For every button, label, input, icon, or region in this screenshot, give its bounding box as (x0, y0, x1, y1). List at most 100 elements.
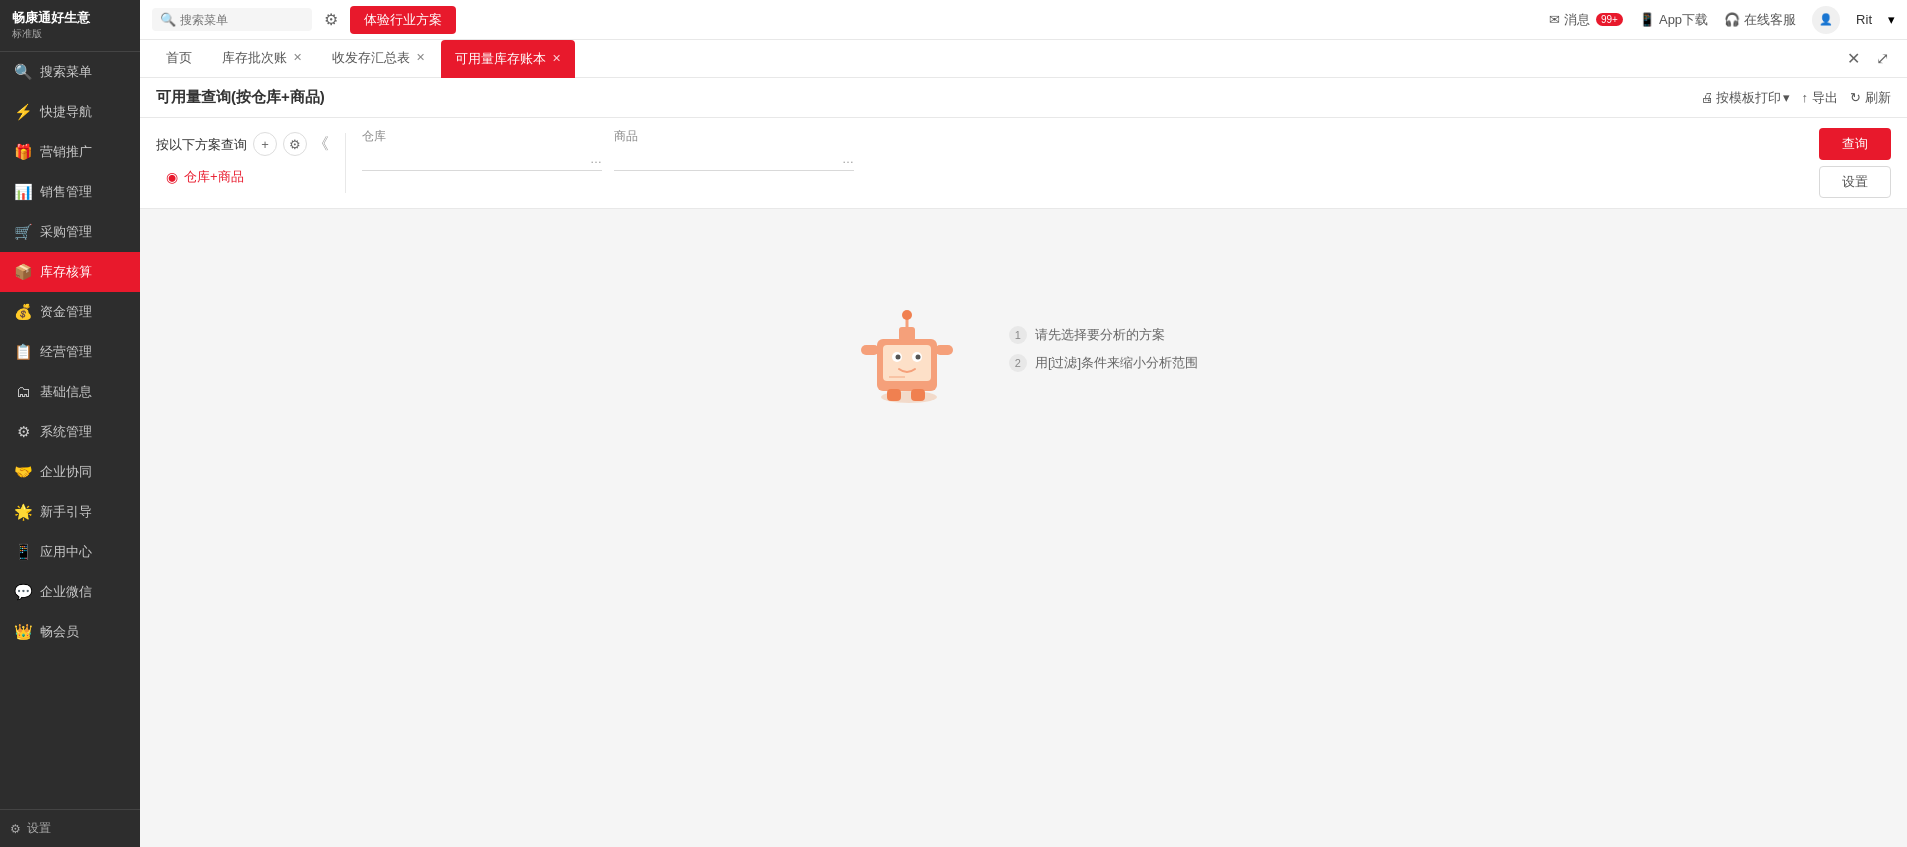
empty-text: 1 请先选择要分析的方案 2 用[过滤]条件来缩小分析范围 (1009, 326, 1198, 372)
sidebar-item-sales[interactable]: 📊 销售管理 (0, 172, 140, 212)
sidebar-item-label-quick-nav: 快捷导航 (40, 103, 92, 121)
tab-home[interactable]: 首页 (152, 40, 206, 78)
wechat-icon: 💬 (14, 583, 32, 601)
membership-icon: 👑 (14, 623, 32, 641)
sidebar-item-quick-nav[interactable]: ⚡ 快捷导航 (0, 92, 140, 132)
tab-close-batch-account[interactable]: ✕ (293, 51, 302, 64)
app-name: 畅康通好生意 (12, 10, 128, 27)
sidebar-item-label-inventory: 库存核算 (40, 263, 92, 281)
svg-rect-10 (861, 345, 879, 355)
sidebar-item-label-operations: 经营管理 (40, 343, 92, 361)
svg-rect-2 (883, 345, 931, 381)
filter-schemes: 按以下方案查询 + ⚙ 《 ◉ 仓库+商品 (156, 128, 329, 190)
scheme-item-warehouse-goods[interactable]: ◉ 仓库+商品 (156, 164, 329, 190)
operations-icon: 📋 (14, 343, 32, 361)
tab-close-receipt-summary[interactable]: ✕ (416, 51, 425, 64)
sidebar-item-label-membership: 畅会员 (40, 623, 79, 641)
filter-field-warehouse: 仓库 … (362, 128, 602, 171)
sidebar-item-basic-info[interactable]: 🗂 基础信息 (0, 372, 140, 412)
step-1-text: 请先选择要分析的方案 (1035, 326, 1165, 344)
sidebar-item-search[interactable]: 🔍 搜索菜单 (0, 52, 140, 92)
sidebar-item-label-search: 搜索菜单 (40, 63, 92, 81)
tab-label-home: 首页 (166, 49, 192, 67)
svg-rect-12 (887, 389, 901, 401)
messages-btn[interactable]: ✉ 消息 99+ (1549, 11, 1623, 29)
print-dropdown-icon: ▾ (1783, 90, 1790, 105)
purchase-icon: 🛒 (14, 223, 32, 241)
warehouse-input[interactable] (362, 151, 584, 166)
sidebar-item-app-center[interactable]: 📱 应用中心 (0, 532, 140, 572)
tab-close-icon[interactable]: ✕ (1841, 45, 1866, 72)
online-service-label: 在线客服 (1744, 11, 1796, 29)
goods-dots-btn[interactable]: … (842, 152, 854, 166)
print-btn[interactable]: 🖨 按模板打印 ▾ (1701, 89, 1790, 107)
marketing-icon: 🎁 (14, 143, 32, 161)
topbar: 🔍 ⚙ 体验行业方案 ✉ 消息 99+ 📱 App下载 🎧 在线客服 👤 Rit (140, 0, 1907, 40)
sidebar-item-newbie[interactable]: 🌟 新手引导 (0, 492, 140, 532)
sidebar-item-label-newbie: 新手引导 (40, 503, 92, 521)
tab-batch-account[interactable]: 库存批次账✕ (208, 40, 316, 78)
sidebar-footer[interactable]: ⚙ 设置 (0, 809, 140, 847)
empty-state: 1 请先选择要分析的方案 2 用[过滤]条件来缩小分析范围 (140, 209, 1907, 489)
empty-illustration-area: 1 请先选择要分析的方案 2 用[过滤]条件来缩小分析范围 (849, 289, 1198, 409)
online-service-btn[interactable]: 🎧 在线客服 (1724, 11, 1796, 29)
goods-input[interactable] (614, 151, 836, 166)
refresh-label: 刷新 (1865, 89, 1891, 107)
svg-rect-7 (899, 327, 915, 341)
tab-available-ledger[interactable]: 可用量库存账本 ✕ (441, 40, 575, 78)
warehouse-dots-btn[interactable]: … (590, 152, 602, 166)
filter-settings-button[interactable]: 设置 (1819, 166, 1891, 198)
sidebar-item-system[interactable]: ⚙ 系统管理 (0, 412, 140, 452)
sidebar-item-operations[interactable]: 📋 经营管理 (0, 332, 140, 372)
user-avatar[interactable]: 👤 (1812, 6, 1840, 34)
topbar-gear-icon[interactable]: ⚙ (320, 6, 342, 33)
empty-illustration (849, 289, 969, 409)
sidebar-logo: 畅康通好生意 标准版 (0, 0, 140, 52)
sidebar-item-marketing[interactable]: 🎁 营销推广 (0, 132, 140, 172)
topbar-search-box[interactable]: 🔍 (152, 8, 312, 31)
tab-receipt-summary[interactable]: 收发存汇总表✕ (318, 40, 439, 78)
app-version: 标准版 (12, 27, 128, 41)
page-content: 可用量查询(按仓库+商品) 🖨 按模板打印 ▾ ↑ 导出 ↻ 刷新 (140, 78, 1907, 847)
query-btn[interactable]: 查询 (1819, 128, 1891, 160)
sidebar-item-label-enterprise: 企业协同 (40, 463, 92, 481)
filter-area: 按以下方案查询 + ⚙ 《 ◉ 仓库+商品 仓库 (140, 118, 1907, 209)
topbar-search-input[interactable] (180, 13, 304, 27)
export-icon: ↑ (1802, 90, 1809, 105)
sidebar-item-inventory[interactable]: 📦 库存核算 (0, 252, 140, 292)
export-btn[interactable]: ↑ 导出 (1802, 89, 1839, 107)
step-2-num: 2 (1009, 354, 1027, 372)
app-download-btn[interactable]: 📱 App下载 (1639, 11, 1708, 29)
sidebar-item-membership[interactable]: 👑 畅会员 (0, 612, 140, 652)
sidebar-item-purchase[interactable]: 🛒 采购管理 (0, 212, 140, 252)
app-download-label: App下载 (1659, 11, 1708, 29)
tab-expand-icon[interactable]: ⤢ (1870, 45, 1895, 72)
tabs-bar: 首页库存批次账✕收发存汇总表✕ 可用量库存账本 ✕ ✕ ⤢ (140, 40, 1907, 78)
sidebar-item-label-marketing: 营销推广 (40, 143, 92, 161)
user-name[interactable]: Rit (1856, 12, 1872, 27)
filter-add-btn[interactable]: + (253, 132, 277, 156)
print-icon: 🖨 (1701, 90, 1714, 105)
warehouse-field-input[interactable]: … (362, 147, 602, 171)
industry-btn[interactable]: 体验行业方案 (350, 6, 456, 34)
search-icon: 🔍 (160, 12, 176, 27)
main-area: 🔍 ⚙ 体验行业方案 ✉ 消息 99+ 📱 App下载 🎧 在线客服 👤 Rit (140, 0, 1907, 847)
sidebar-item-wechat[interactable]: 💬 企业微信 (0, 572, 140, 612)
refresh-btn[interactable]: ↻ 刷新 (1850, 89, 1891, 107)
sidebar-item-enterprise[interactable]: 🤝 企业协同 (0, 452, 140, 492)
step-2-text: 用[过滤]条件来缩小分析范围 (1035, 354, 1198, 372)
sidebar-item-label-system: 系统管理 (40, 423, 92, 441)
filter-actions: + ⚙ 《 (253, 128, 329, 156)
sidebar-item-finance[interactable]: 💰 资金管理 (0, 292, 140, 332)
empty-step-2: 2 用[过滤]条件来缩小分析范围 (1009, 354, 1198, 372)
page-header-actions: 🖨 按模板打印 ▾ ↑ 导出 ↻ 刷新 (1701, 89, 1892, 107)
sidebar-item-label-finance: 资金管理 (40, 303, 92, 321)
system-icon: ⚙ (14, 423, 32, 441)
filter-collapse-btn[interactable]: 《 (313, 134, 329, 155)
user-dropdown-icon[interactable]: ▾ (1888, 12, 1895, 27)
goods-field-label: 商品 (614, 128, 854, 145)
tab-close-available-ledger[interactable]: ✕ (552, 52, 561, 65)
filter-settings-btn[interactable]: ⚙ (283, 132, 307, 156)
goods-field-input[interactable]: … (614, 147, 854, 171)
tab-label-available-ledger: 可用量库存账本 (455, 50, 546, 68)
